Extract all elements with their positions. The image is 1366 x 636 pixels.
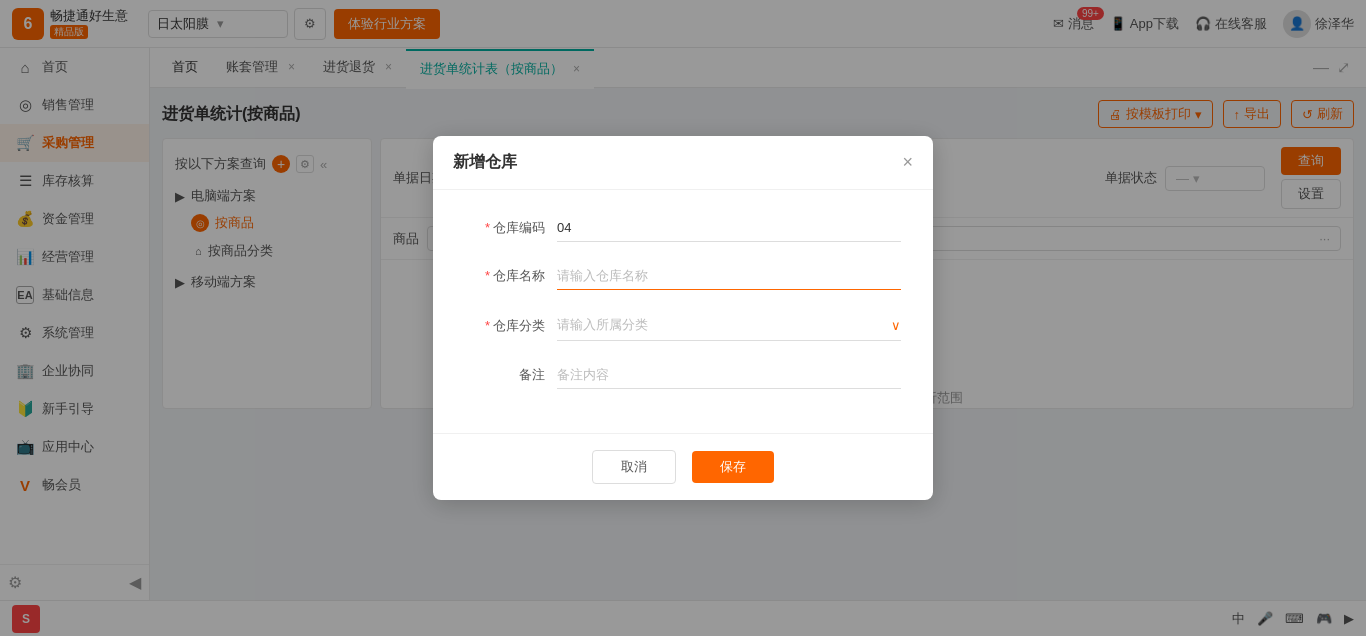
modal-header: 新增仓库 × — [433, 136, 933, 190]
code-label: 仓库编码 — [465, 219, 545, 237]
modal-footer: 取消 保存 — [433, 433, 933, 500]
form-row-name: 仓库名称 — [465, 262, 901, 290]
code-input[interactable] — [557, 214, 901, 242]
name-input[interactable] — [557, 262, 901, 290]
modal-title: 新增仓库 — [453, 152, 517, 173]
category-label: 仓库分类 — [465, 317, 545, 335]
name-label: 仓库名称 — [465, 267, 545, 285]
modal-body: 仓库编码 仓库名称 仓库分类 请输入所属分类 ∨ 备注 — [433, 190, 933, 433]
note-label: 备注 — [465, 366, 545, 384]
form-row-code: 仓库编码 — [465, 214, 901, 242]
category-placeholder: 请输入所属分类 — [557, 316, 648, 334]
form-row-category: 仓库分类 请输入所属分类 ∨ — [465, 310, 901, 341]
form-row-note: 备注 — [465, 361, 901, 389]
category-arrow-icon: ∨ — [891, 318, 901, 333]
modal-overlay: 新增仓库 × 仓库编码 仓库名称 仓库分类 请输入所属分类 ∨ — [0, 0, 1366, 636]
category-select[interactable]: 请输入所属分类 ∨ — [557, 310, 901, 341]
modal-close-button[interactable]: × — [902, 152, 913, 173]
modal-dialog: 新增仓库 × 仓库编码 仓库名称 仓库分类 请输入所属分类 ∨ — [433, 136, 933, 500]
cancel-button[interactable]: 取消 — [592, 450, 676, 484]
save-button[interactable]: 保存 — [692, 451, 774, 483]
note-input[interactable] — [557, 361, 901, 389]
